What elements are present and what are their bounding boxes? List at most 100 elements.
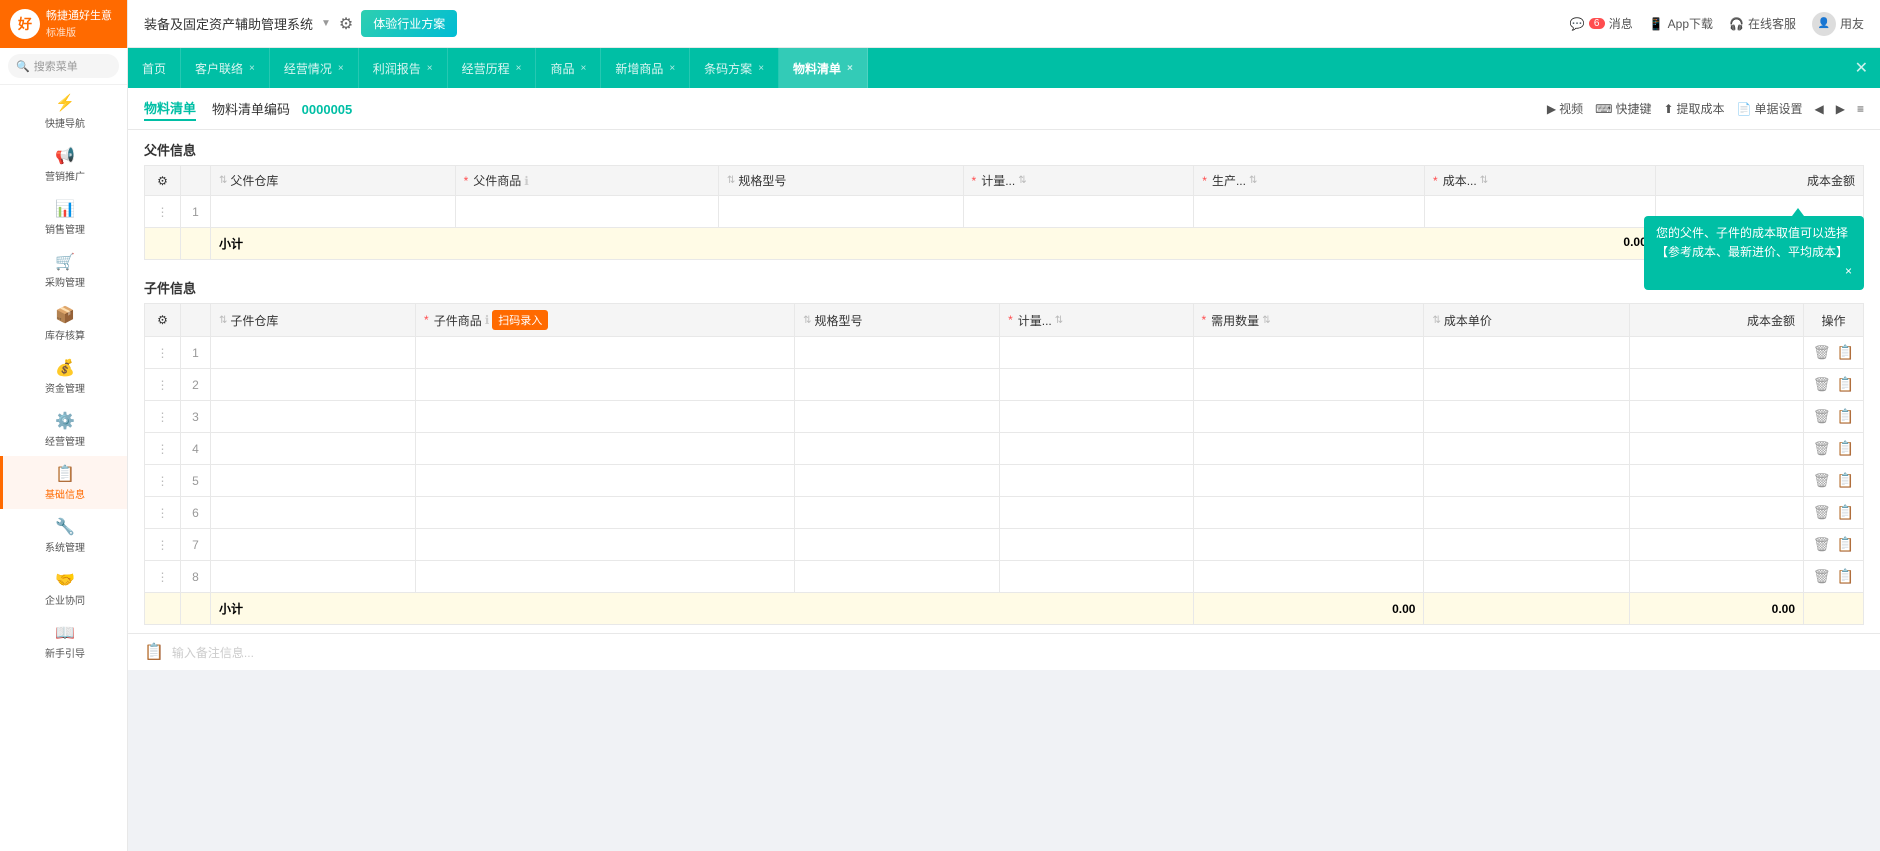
sidebar-item-quick-nav[interactable]: ⚡ 快捷导航 — [0, 85, 127, 138]
child-unit-3[interactable] — [1000, 401, 1193, 433]
tab-goods[interactable]: 商品 × — [536, 48, 601, 88]
child-qty-3[interactable] — [1193, 401, 1424, 433]
copy-icon[interactable]: 📋 — [1837, 440, 1854, 457]
child-unit-5[interactable] — [1000, 465, 1193, 497]
search-menu-button[interactable]: 🔍 搜索菜单 — [8, 54, 119, 78]
tab-barcode-close[interactable]: × — [758, 63, 764, 74]
sidebar-item-purchase[interactable]: 🛒 采购管理 — [0, 244, 127, 297]
parent-unit-cell[interactable] — [963, 196, 1194, 228]
child-spec-3[interactable] — [795, 401, 1000, 433]
delete-icon[interactable]: 🗑 — [1813, 344, 1831, 361]
child-goods-4[interactable] — [416, 433, 795, 465]
footer-remark-placeholder[interactable]: 输入备注信息... — [172, 644, 254, 661]
child-warehouse-3[interactable] — [211, 401, 416, 433]
child-warehouse-8[interactable] — [211, 561, 416, 593]
sidebar-item-sales[interactable]: 📊 销售管理 — [0, 191, 127, 244]
sidebar-item-finance[interactable]: 💰 资金管理 — [0, 350, 127, 403]
app-download-item[interactable]: 📱 App下载 — [1649, 15, 1713, 32]
child-unit-4[interactable] — [1000, 433, 1193, 465]
tab-ops-history-close[interactable]: × — [516, 63, 522, 74]
tab-home[interactable]: 首页 — [128, 48, 181, 88]
child-spec-8[interactable] — [795, 561, 1000, 593]
child-qty-6[interactable] — [1193, 497, 1424, 529]
child-th-settings[interactable]: ⚙ — [145, 304, 181, 337]
child-qty-1[interactable] — [1193, 337, 1424, 369]
delete-icon[interactable]: 🗑 — [1813, 408, 1831, 425]
child-qty-2[interactable] — [1193, 369, 1424, 401]
child-goods-7[interactable] — [416, 529, 795, 561]
tab-new-goods-close[interactable]: × — [669, 63, 675, 74]
sidebar-item-guide[interactable]: 📖 新手引导 — [0, 615, 127, 668]
tab-customer-close[interactable]: × — [249, 63, 255, 74]
tab-goods-close[interactable]: × — [580, 63, 586, 74]
child-unit-8[interactable] — [1000, 561, 1193, 593]
message-item[interactable]: 💬 6 消息 — [1570, 15, 1633, 32]
tab-profit-report[interactable]: 利润报告 × — [359, 48, 448, 88]
nav-list-btn[interactable]: ≡ — [1857, 102, 1864, 116]
delete-icon[interactable]: 🗑 — [1813, 440, 1831, 457]
delete-icon[interactable]: 🗑 — [1813, 504, 1831, 521]
copy-icon[interactable]: 📋 — [1837, 472, 1854, 489]
settings-gear-icon[interactable]: ⚙ — [339, 14, 353, 34]
tab-profit-close[interactable]: × — [427, 63, 433, 74]
child-goods-3[interactable] — [416, 401, 795, 433]
trial-button[interactable]: 体验行业方案 — [361, 10, 457, 37]
sidebar-item-marketing[interactable]: 📢 营销推广 — [0, 138, 127, 191]
child-spec-5[interactable] — [795, 465, 1000, 497]
parent-cost-cell[interactable] — [1425, 196, 1656, 228]
tab-customer[interactable]: 客户联络 × — [181, 48, 270, 88]
tab-ops-status[interactable]: 经营情况 × — [270, 48, 359, 88]
tab-barcode[interactable]: 条码方案 × — [690, 48, 779, 88]
sidebar-item-basic-info[interactable]: 📋 基础信息 — [0, 456, 127, 509]
copy-icon[interactable]: 📋 — [1837, 568, 1854, 585]
extract-cost-btn[interactable]: ⬆ 提取成本 — [1663, 100, 1724, 117]
view-video-btn[interactable]: ▶ 视频 — [1547, 100, 1583, 117]
copy-icon[interactable]: 📋 — [1837, 408, 1854, 425]
copy-icon[interactable]: 📋 — [1837, 504, 1854, 521]
child-spec-7[interactable] — [795, 529, 1000, 561]
child-warehouse-2[interactable] — [211, 369, 416, 401]
close-all-tabs-button[interactable]: ✕ — [1843, 58, 1880, 78]
child-goods-8[interactable] — [416, 561, 795, 593]
tab-bom-close[interactable]: × — [847, 63, 853, 74]
child-qty-8[interactable] — [1193, 561, 1424, 593]
system-dropdown-icon[interactable]: ▼ — [321, 18, 331, 29]
nav-prev-btn[interactable]: ◀ — [1815, 102, 1824, 116]
copy-icon[interactable]: 📋 — [1837, 344, 1854, 361]
sidebar-item-operations[interactable]: ⚙️ 经营管理 — [0, 403, 127, 456]
delete-icon[interactable]: 🗑 — [1813, 536, 1831, 553]
delete-icon[interactable]: 🗑 — [1813, 472, 1831, 489]
child-warehouse-6[interactable] — [211, 497, 416, 529]
copy-icon[interactable]: 📋 — [1837, 376, 1854, 393]
child-spec-2[interactable] — [795, 369, 1000, 401]
delete-icon[interactable]: 🗑 — [1813, 568, 1831, 585]
child-warehouse-1[interactable] — [211, 337, 416, 369]
child-goods-6[interactable] — [416, 497, 795, 529]
sidebar-item-inventory[interactable]: 📦 库存核算 — [0, 297, 127, 350]
nav-next-btn[interactable]: ▶ — [1836, 102, 1845, 116]
child-unit-1[interactable] — [1000, 337, 1193, 369]
child-warehouse-5[interactable] — [211, 465, 416, 497]
parent-spec-cell[interactable] — [718, 196, 963, 228]
tab-ops-close[interactable]: × — [338, 63, 344, 74]
sidebar-item-system[interactable]: 🔧 系统管理 — [0, 509, 127, 562]
child-warehouse-4[interactable] — [211, 433, 416, 465]
child-qty-7[interactable] — [1193, 529, 1424, 561]
child-spec-1[interactable] — [795, 337, 1000, 369]
tab-new-goods[interactable]: 新增商品 × — [601, 48, 690, 88]
bom-main-tab[interactable]: 物料清单 — [144, 96, 196, 121]
parent-goods-cell[interactable] — [455, 196, 718, 228]
tab-bom[interactable]: 物料清单 × — [779, 48, 868, 88]
child-spec-4[interactable] — [795, 433, 1000, 465]
child-unit-6[interactable] — [1000, 497, 1193, 529]
child-spec-6[interactable] — [795, 497, 1000, 529]
sidebar-item-enterprise[interactable]: 🤝 企业协同 — [0, 562, 127, 615]
parent-warehouse-cell[interactable] — [211, 196, 456, 228]
child-goods-2[interactable] — [416, 369, 795, 401]
help-icon[interactable]: ℹ — [485, 313, 490, 327]
user-item[interactable]: 👤 用友 — [1812, 12, 1864, 36]
help-icon[interactable]: ℹ — [524, 174, 529, 188]
child-unit-7[interactable] — [1000, 529, 1193, 561]
tab-ops-history[interactable]: 经营历程 × — [448, 48, 537, 88]
child-qty-5[interactable] — [1193, 465, 1424, 497]
